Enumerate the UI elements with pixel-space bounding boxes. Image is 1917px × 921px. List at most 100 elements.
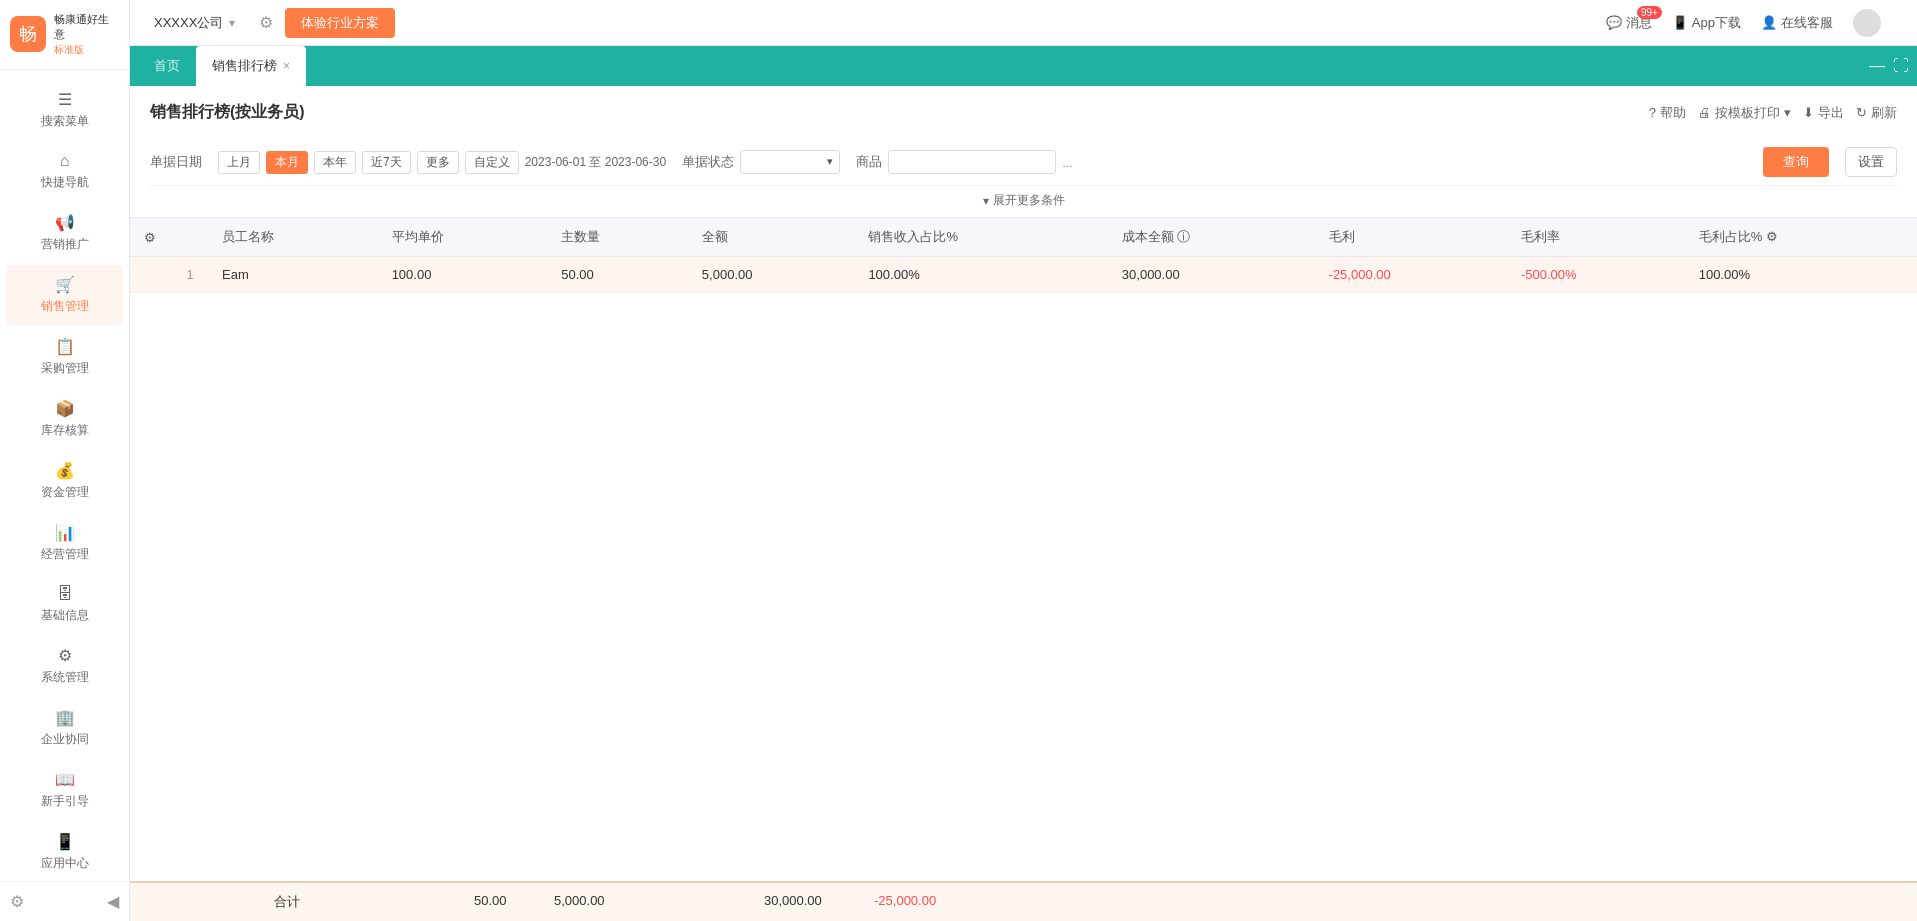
topbar-settings-icon[interactable]: ⚙ bbox=[259, 13, 273, 32]
nav-icon-purchase: 📋 bbox=[55, 337, 75, 356]
goods-input[interactable] bbox=[888, 150, 1056, 174]
tab-close-icon[interactable]: × bbox=[283, 59, 290, 73]
avatar[interactable] bbox=[1853, 9, 1881, 37]
sidebar: 畅 畅康通好生意 标准版 ☰搜索菜单⌂快捷导航📢营销推广🛒销售管理📋采购管理📦库… bbox=[0, 0, 130, 921]
company-selector[interactable]: XXXXX公司 ▾ bbox=[146, 10, 243, 36]
date-range-text: 2023-06-01 至 2023-06-30 bbox=[525, 154, 666, 171]
tab-sales-ranking[interactable]: 销售排行榜 × bbox=[196, 46, 306, 86]
sidebar-item-operations[interactable]: 📊 经营管理 bbox=[6, 513, 123, 573]
page-header: 销售排行榜(按业务员) ? 帮助 🖨 按模板打印 ▾ ⬇ 导出 bbox=[130, 86, 1917, 218]
nav-label-operations: 经营管理 bbox=[41, 546, 89, 563]
last-month-btn[interactable]: 上月 bbox=[218, 151, 260, 174]
goods-filter-label: 商品 bbox=[856, 153, 882, 171]
row-sales-ratio: 100.00% bbox=[856, 257, 1109, 293]
this-year-btn[interactable]: 本年 bbox=[314, 151, 356, 174]
tab-minimize-icon[interactable]: — bbox=[1869, 57, 1885, 75]
col-gross-rate: 毛利率 bbox=[1509, 218, 1687, 257]
nav-icon-search: ☰ bbox=[58, 90, 72, 109]
date-filters: 上月 本月 本年 近7天 更多 自定义 2023-06-01 至 2023-06… bbox=[218, 151, 666, 174]
sidebar-item-search[interactable]: ☰搜索菜单 bbox=[6, 80, 123, 140]
help-icon: ? bbox=[1649, 105, 1656, 120]
footer-gross-ratio bbox=[1062, 893, 1162, 911]
row-gross-ratio: 100.00% bbox=[1687, 257, 1917, 293]
more-filters-icon[interactable]: ... bbox=[1062, 155, 1073, 170]
sidebar-item-shortcut[interactable]: ⌂快捷导航 bbox=[6, 142, 123, 201]
row-rank: 1 bbox=[170, 257, 210, 293]
message-action[interactable]: 💬 消息 99+ bbox=[1606, 14, 1652, 32]
status-select[interactable]: ▾ bbox=[740, 150, 840, 174]
nav-icon-enterprise: 🏢 bbox=[55, 708, 75, 727]
footer-settings-cell bbox=[142, 893, 222, 911]
app-download-label: App下载 bbox=[1692, 14, 1741, 32]
col-avg-price: 平均单价 bbox=[380, 218, 550, 257]
content-area: 销售排行榜(按业务员) ? 帮助 🖨 按模板打印 ▾ ⬇ 导出 bbox=[130, 86, 1917, 921]
app-download-action[interactable]: 📱 App下载 bbox=[1672, 14, 1741, 32]
nav-icon-operations: 📊 bbox=[55, 523, 75, 542]
help-label: 帮助 bbox=[1660, 104, 1686, 122]
row-name: Eam bbox=[210, 257, 380, 293]
sidebar-item-sales[interactable]: 🛒 销售管理 bbox=[6, 265, 123, 325]
refresh-label: 刷新 bbox=[1871, 104, 1897, 122]
export-button[interactable]: ⬇ 导出 bbox=[1803, 104, 1844, 122]
trial-button[interactable]: 体验行业方案 bbox=[285, 8, 395, 38]
row-total: 5,000.00 bbox=[690, 257, 857, 293]
sidebar-item-finance[interactable]: 💰资金管理 bbox=[6, 451, 123, 511]
sidebar-item-purchase[interactable]: 📋采购管理 bbox=[6, 327, 123, 387]
nav-label-system: 系统管理 bbox=[41, 669, 89, 686]
online-service-action[interactable]: 👤 在线客服 bbox=[1761, 14, 1833, 32]
tab-bar: 首页 销售排行榜 × — ⛶ bbox=[130, 46, 1917, 86]
sidebar-item-system[interactable]: ⚙系统管理 bbox=[6, 636, 123, 696]
print-chevron-icon: ▾ bbox=[1784, 105, 1791, 120]
help-button[interactable]: ? 帮助 bbox=[1649, 104, 1686, 122]
col-main-qty: 主数量 bbox=[549, 218, 690, 257]
nav-label-enterprise: 企业协同 bbox=[41, 731, 89, 748]
export-icon: ⬇ bbox=[1803, 105, 1814, 120]
expand-icon: ▾ bbox=[983, 194, 989, 208]
tab-fullscreen-icon[interactable]: ⛶ bbox=[1893, 57, 1909, 75]
sidebar-item-marketing[interactable]: 📢营销推广 bbox=[6, 203, 123, 263]
app-download-icon: 📱 bbox=[1672, 15, 1688, 30]
print-icon: 🖨 bbox=[1698, 105, 1711, 120]
message-icon: 💬 bbox=[1606, 15, 1622, 30]
nav-icon-sales: 🛒 bbox=[55, 275, 75, 294]
nav-label-finance: 资金管理 bbox=[41, 484, 89, 501]
data-table: ⚙ 员工名称 平均单价 主数量 全额 销售收入占比% 成本全额 ⓘ 毛利 毛利率… bbox=[130, 218, 1917, 293]
nav-label-sales: 销售管理 bbox=[41, 298, 89, 315]
footer-gross: -25,000.00 bbox=[862, 893, 962, 911]
nav-label-appstore: 应用中心 bbox=[41, 855, 89, 872]
sidebar-item-inventory[interactable]: 📦库存核算 bbox=[6, 389, 123, 449]
nav-label-basic: 基础信息 bbox=[41, 607, 89, 624]
sidebar-item-guide[interactable]: 📖新手引导 bbox=[6, 760, 123, 820]
row-avg-price: 100.00 bbox=[380, 257, 550, 293]
settings-small-button[interactable]: 设置 bbox=[1845, 147, 1897, 177]
tab-home[interactable]: 首页 bbox=[138, 46, 196, 86]
print-button[interactable]: 🖨 按模板打印 ▾ bbox=[1698, 104, 1791, 122]
sidebar-item-enterprise[interactable]: 🏢 企业协同 bbox=[6, 698, 123, 758]
col-settings[interactable]: ⚙ bbox=[130, 218, 170, 257]
this-month-btn[interactable]: 本月 bbox=[266, 151, 308, 174]
sidebar-settings-icon[interactable]: ⚙ bbox=[10, 892, 24, 911]
message-badge: 99+ bbox=[1637, 6, 1662, 19]
custom-date-btn[interactable]: 自定义 bbox=[465, 151, 519, 174]
refresh-icon: ↻ bbox=[1856, 105, 1867, 120]
chevron-down-icon: ▾ bbox=[229, 16, 235, 30]
topbar: XXXXX公司 ▾ ⚙ 体验行业方案 💬 消息 99+ 📱 App下载 👤 在线… bbox=[130, 0, 1917, 46]
sidebar-collapse-icon[interactable]: ◀ bbox=[107, 892, 119, 911]
online-service-icon: 👤 bbox=[1761, 15, 1777, 30]
table-container: ⚙ 员工名称 平均单价 主数量 全额 销售收入占比% 成本全额 ⓘ 毛利 毛利率… bbox=[130, 218, 1917, 881]
refresh-button[interactable]: ↻ 刷新 bbox=[1856, 104, 1897, 122]
col-name: 员工名称 bbox=[210, 218, 380, 257]
expand-button[interactable]: ▾ 展开更多条件 bbox=[983, 192, 1065, 209]
topbar-right: 💬 消息 99+ 📱 App下载 👤 在线客服 bbox=[1606, 9, 1901, 37]
footer-main-qty: 50.00 bbox=[462, 893, 542, 911]
date-filter-label: 单据日期 bbox=[150, 153, 202, 171]
more-date-btn[interactable]: 更多 bbox=[417, 151, 459, 174]
last7-btn[interactable]: 近7天 bbox=[362, 151, 411, 174]
col-gross-ratio: 毛利占比% ⚙ bbox=[1687, 218, 1917, 257]
footer-total: 5,000.00 bbox=[542, 893, 642, 911]
sidebar-item-basic[interactable]: 🗄基础信息 bbox=[6, 575, 123, 634]
sidebar-item-appstore[interactable]: 📱应用中心 bbox=[6, 822, 123, 881]
footer-label: 合计 bbox=[262, 893, 362, 911]
nav-icon-guide: 📖 bbox=[55, 770, 75, 789]
query-button[interactable]: 查询 bbox=[1763, 147, 1829, 177]
